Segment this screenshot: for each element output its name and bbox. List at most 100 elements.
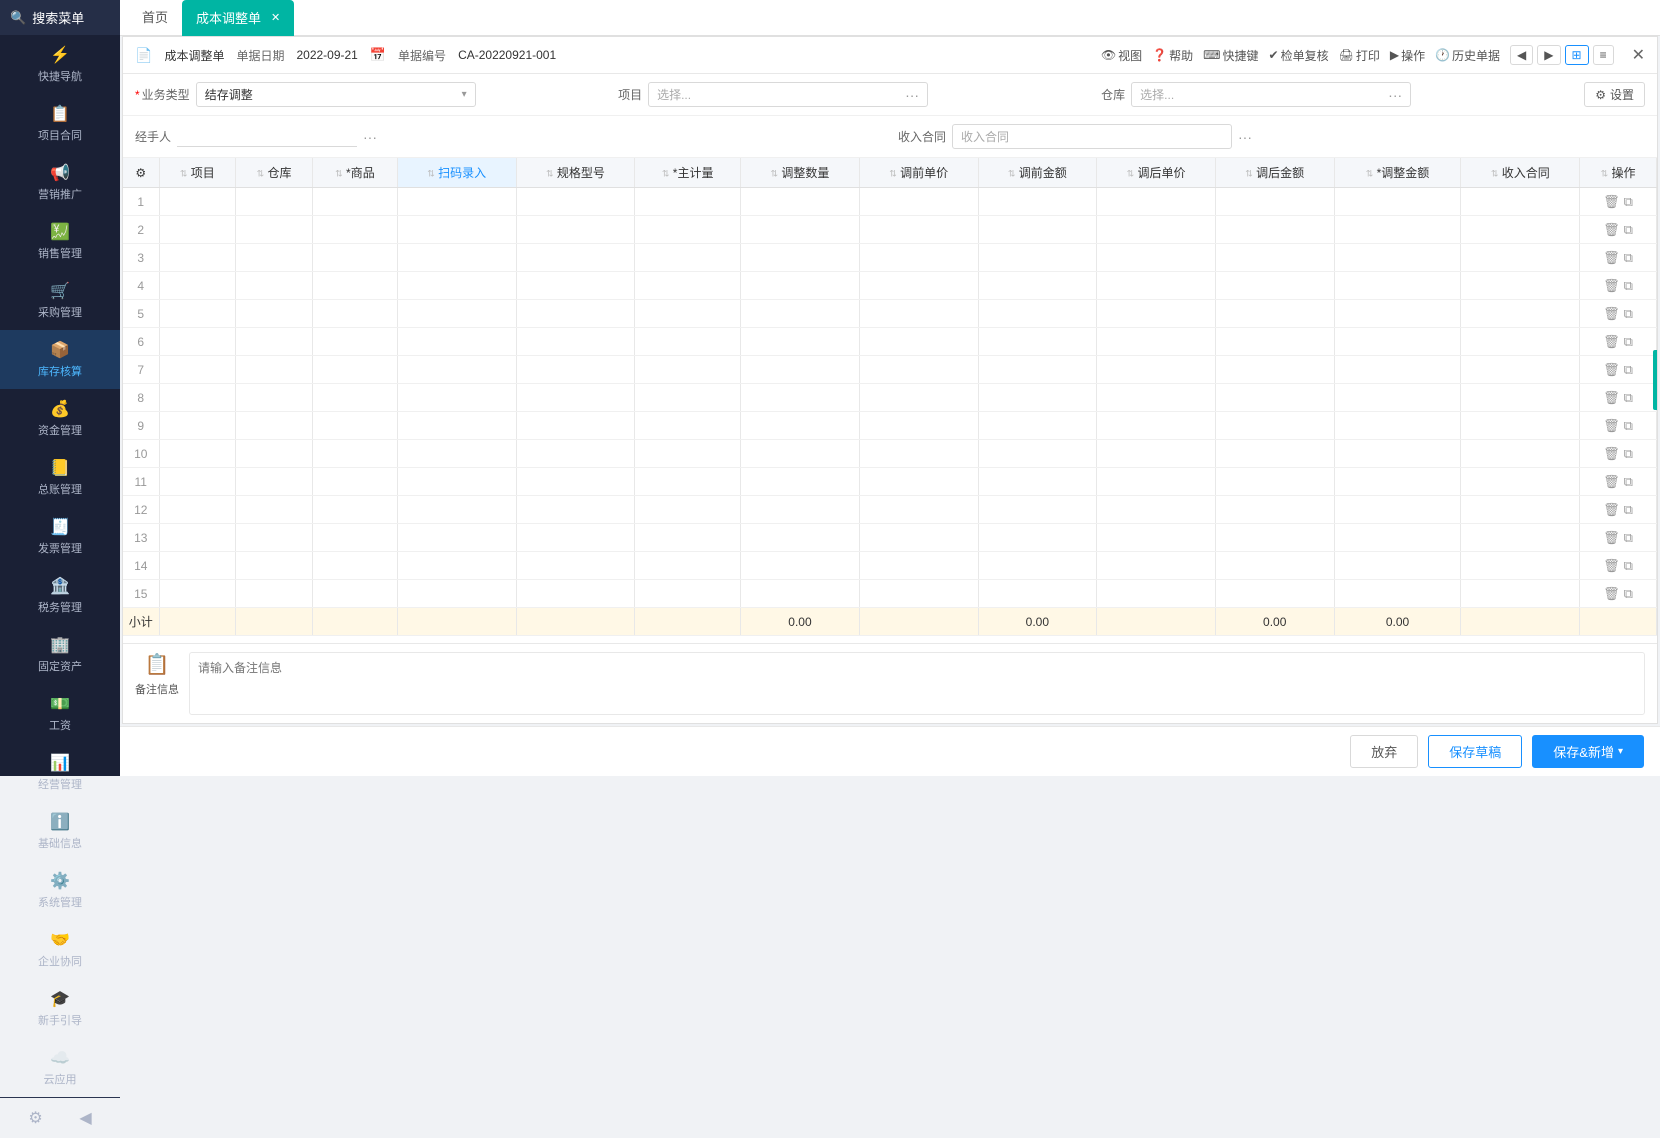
cell-income_contract-15[interactable] bbox=[1461, 580, 1580, 608]
delete-icon-8[interactable]: 🗑 bbox=[1603, 390, 1620, 406]
cell-warehouse-3[interactable] bbox=[236, 244, 313, 272]
copy-icon-4[interactable]: ⧉ bbox=[1624, 278, 1633, 294]
cell-post_price-10[interactable] bbox=[1097, 440, 1216, 468]
cell-pre_amount-12[interactable] bbox=[978, 496, 1097, 524]
cell-scan-4[interactable] bbox=[397, 272, 516, 300]
discard-button[interactable]: 放弃 bbox=[1350, 735, 1418, 768]
cell-project-10[interactable] bbox=[159, 440, 236, 468]
sort-icon-income_contract[interactable]: ⇅ bbox=[1491, 168, 1499, 178]
cell-project-13[interactable] bbox=[159, 524, 236, 552]
cell-scan-5[interactable] bbox=[397, 300, 516, 328]
cell-unit-2[interactable] bbox=[635, 216, 741, 244]
income-contract-input[interactable]: 收入合同 bbox=[952, 124, 1232, 149]
print-action[interactable]: 🖨打印 bbox=[1339, 47, 1380, 64]
cell-income_contract-6[interactable] bbox=[1461, 328, 1580, 356]
cell-scan-14[interactable] bbox=[397, 552, 516, 580]
warehouse-dots[interactable]: ··· bbox=[1388, 87, 1402, 103]
cell-post_price-9[interactable] bbox=[1097, 412, 1216, 440]
cell-post_price-14[interactable] bbox=[1097, 552, 1216, 580]
cell-pre_price-7[interactable] bbox=[859, 356, 978, 384]
cell-post_amount-2[interactable] bbox=[1215, 216, 1334, 244]
sort-icon-product[interactable]: ⇅ bbox=[335, 168, 343, 178]
handler-input[interactable] bbox=[177, 126, 357, 147]
cell-post_price-4[interactable] bbox=[1097, 272, 1216, 300]
cell-pre_price-5[interactable] bbox=[859, 300, 978, 328]
cell-post_amount-1[interactable] bbox=[1215, 188, 1334, 216]
cell-spec-13[interactable] bbox=[516, 524, 635, 552]
cell-scan-13[interactable] bbox=[397, 524, 516, 552]
cell-scan-1[interactable] bbox=[397, 188, 516, 216]
cell-income_contract-13[interactable] bbox=[1461, 524, 1580, 552]
cell-project-9[interactable] bbox=[159, 412, 236, 440]
cell-project-7[interactable] bbox=[159, 356, 236, 384]
delete-icon-4[interactable]: 🗑 bbox=[1603, 278, 1620, 294]
cell-spec-9[interactable] bbox=[516, 412, 635, 440]
cell-spec-15[interactable] bbox=[516, 580, 635, 608]
cell-post_amount-5[interactable] bbox=[1215, 300, 1334, 328]
nav-next-icon[interactable]: ▶ bbox=[1537, 45, 1560, 65]
cell-pre_price-14[interactable] bbox=[859, 552, 978, 580]
cell-product-3[interactable] bbox=[312, 244, 397, 272]
cell-income_contract-11[interactable] bbox=[1461, 468, 1580, 496]
cell-post_amount-13[interactable] bbox=[1215, 524, 1334, 552]
copy-icon-10[interactable]: ⧉ bbox=[1624, 446, 1633, 462]
cell-adj_qty-14[interactable] bbox=[741, 552, 860, 580]
cell-project-12[interactable] bbox=[159, 496, 236, 524]
cell-adj_amount-13[interactable] bbox=[1334, 524, 1461, 552]
cell-pre_price-10[interactable] bbox=[859, 440, 978, 468]
cell-spec-4[interactable] bbox=[516, 272, 635, 300]
cell-post_price-1[interactable] bbox=[1097, 188, 1216, 216]
cell-warehouse-12[interactable] bbox=[236, 496, 313, 524]
cell-warehouse-10[interactable] bbox=[236, 440, 313, 468]
cell-product-5[interactable] bbox=[312, 300, 397, 328]
cell-product-7[interactable] bbox=[312, 356, 397, 384]
cell-income_contract-12[interactable] bbox=[1461, 496, 1580, 524]
cell-scan-10[interactable] bbox=[397, 440, 516, 468]
cell-post_price-13[interactable] bbox=[1097, 524, 1216, 552]
cell-product-2[interactable] bbox=[312, 216, 397, 244]
delete-icon-2[interactable]: 🗑 bbox=[1603, 222, 1620, 238]
cell-product-1[interactable] bbox=[312, 188, 397, 216]
cell-income_contract-5[interactable] bbox=[1461, 300, 1580, 328]
sidebar-item-ledger-mgmt[interactable]: 📒总账管理 bbox=[0, 448, 120, 507]
cell-product-4[interactable] bbox=[312, 272, 397, 300]
cell-pre_amount-2[interactable] bbox=[978, 216, 1097, 244]
cell-adj_qty-2[interactable] bbox=[741, 216, 860, 244]
cell-adj_amount-14[interactable] bbox=[1334, 552, 1461, 580]
sort-icon-adj_qty[interactable]: ⇅ bbox=[771, 168, 779, 178]
delete-icon-1[interactable]: 🗑 bbox=[1603, 194, 1620, 210]
sidebar-item-new-guide[interactable]: 🎓新手引导 bbox=[0, 979, 120, 1038]
cell-product-11[interactable] bbox=[312, 468, 397, 496]
cell-scan-7[interactable] bbox=[397, 356, 516, 384]
cell-warehouse-2[interactable] bbox=[236, 216, 313, 244]
delete-icon-11[interactable]: 🗑 bbox=[1603, 474, 1620, 490]
cell-product-10[interactable] bbox=[312, 440, 397, 468]
cell-unit-13[interactable] bbox=[635, 524, 741, 552]
cell-income_contract-9[interactable] bbox=[1461, 412, 1580, 440]
cell-pre_amount-8[interactable] bbox=[978, 384, 1097, 412]
sort-icon-scan[interactable]: ⇅ bbox=[427, 168, 435, 178]
cell-income_contract-7[interactable] bbox=[1461, 356, 1580, 384]
cell-pre_amount-10[interactable] bbox=[978, 440, 1097, 468]
cell-pre_price-11[interactable] bbox=[859, 468, 978, 496]
copy-icon-5[interactable]: ⧉ bbox=[1624, 306, 1633, 322]
biz-type-input[interactable]: 结存调整 ▾ bbox=[196, 82, 476, 107]
cell-unit-11[interactable] bbox=[635, 468, 741, 496]
handler-dots[interactable]: ··· bbox=[363, 129, 377, 145]
cell-post_price-12[interactable] bbox=[1097, 496, 1216, 524]
project-dots[interactable]: ··· bbox=[905, 87, 919, 103]
delete-icon-10[interactable]: 🗑 bbox=[1603, 446, 1620, 462]
copy-icon-15[interactable]: ⧉ bbox=[1624, 586, 1633, 602]
cell-pre_amount-1[interactable] bbox=[978, 188, 1097, 216]
sort-icon-spec[interactable]: ⇅ bbox=[546, 168, 554, 178]
note-icon-area[interactable]: 📋 备注信息 bbox=[135, 652, 179, 715]
tab-cost-adjust[interactable]: 成本调整单 ✕ bbox=[182, 0, 294, 36]
cell-unit-6[interactable] bbox=[635, 328, 741, 356]
cell-pre_price-1[interactable] bbox=[859, 188, 978, 216]
cell-adj_amount-6[interactable] bbox=[1334, 328, 1461, 356]
cell-adj_qty-12[interactable] bbox=[741, 496, 860, 524]
grid-view-icon[interactable]: ⊞ bbox=[1565, 45, 1589, 65]
copy-icon-7[interactable]: ⧉ bbox=[1624, 362, 1633, 378]
cell-adj_amount-7[interactable] bbox=[1334, 356, 1461, 384]
sidebar-item-invoice-mgmt[interactable]: 🧾发票管理 bbox=[0, 507, 120, 566]
